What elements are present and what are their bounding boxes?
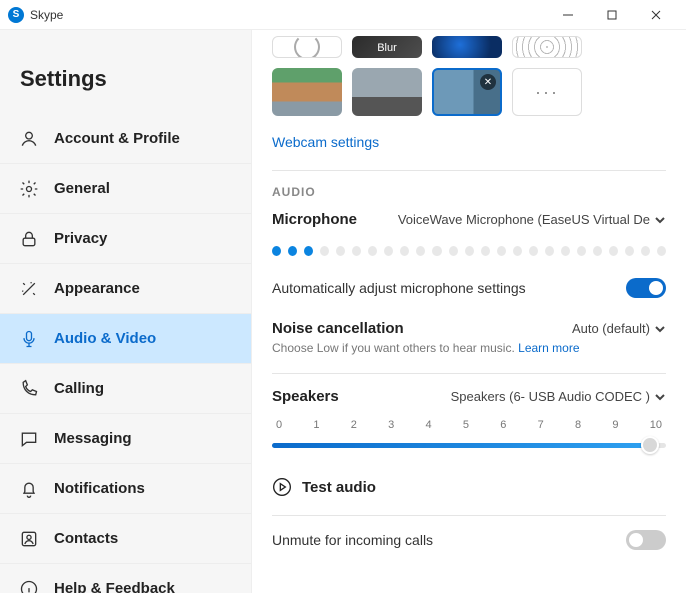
wand-icon [18, 278, 40, 300]
sidebar: Settings Account & Profile General Priva… [0, 30, 252, 593]
bg-option-city[interactable] [352, 68, 422, 116]
window-minimize-button[interactable] [546, 0, 590, 30]
lock-icon [18, 228, 40, 250]
chevron-down-icon [654, 323, 666, 335]
bg-option-none[interactable] [272, 36, 342, 58]
noise-hint: Choose Low if you want others to hear mu… [272, 341, 666, 355]
bg-option-selected[interactable]: ✕ [432, 68, 502, 116]
learn-more-link[interactable]: Learn more [518, 341, 579, 355]
bg-option-bing[interactable] [432, 36, 502, 58]
bg-option-more[interactable]: ··· [512, 68, 582, 116]
info-icon [18, 578, 40, 593]
test-audio-button[interactable]: Test audio [272, 477, 666, 497]
background-thumbs-row-2: ✕ ··· [272, 68, 666, 116]
bg-option-room[interactable] [272, 68, 342, 116]
play-icon [272, 477, 292, 497]
sidebar-item-general[interactable]: General [0, 164, 251, 214]
contacts-icon [18, 528, 40, 550]
sidebar-item-label: General [54, 180, 110, 197]
sidebar-item-contacts[interactable]: Contacts [0, 514, 251, 564]
sidebar-item-privacy[interactable]: Privacy [0, 214, 251, 264]
sidebar-item-appearance[interactable]: Appearance [0, 264, 251, 314]
microphone-device-dropdown[interactable]: VoiceWave Microphone (EaseUS Virtual De [398, 212, 666, 227]
chevron-down-icon [654, 391, 666, 403]
gear-icon [18, 178, 40, 200]
sidebar-item-help[interactable]: Help & Feedback [0, 564, 251, 593]
sidebar-item-label: Account & Profile [54, 130, 180, 147]
remove-bg-icon[interactable]: ✕ [480, 74, 496, 90]
speakers-device-value: Speakers (6- USB Audio CODEC ) [451, 389, 650, 404]
titlebar: S Skype [0, 0, 686, 30]
unmute-toggle[interactable] [626, 530, 666, 550]
content-pane: Blur ✕ ··· Webcam settings AUDIO Microph… [252, 30, 686, 593]
sidebar-item-label: Privacy [54, 230, 107, 247]
window-close-button[interactable] [634, 0, 678, 30]
noise-cancellation-label: Noise cancellation [272, 320, 404, 337]
speakers-device-dropdown[interactable]: Speakers (6- USB Audio CODEC ) [451, 389, 666, 404]
sidebar-item-label: Appearance [54, 280, 140, 297]
microphone-device-value: VoiceWave Microphone (EaseUS Virtual De [398, 212, 650, 227]
noise-cancellation-value: Auto (default) [572, 321, 650, 336]
divider [272, 170, 666, 171]
app-name: Skype [30, 8, 63, 22]
sidebar-item-label: Contacts [54, 530, 118, 547]
speaker-volume-slider[interactable] [272, 435, 666, 455]
sidebar-item-audio-video[interactable]: Audio & Video [0, 314, 251, 364]
background-thumbs-row-1: Blur [272, 36, 666, 58]
auto-adjust-label: Automatically adjust microphone settings [272, 280, 526, 296]
bg-option-abstract[interactable] [512, 36, 582, 58]
slider-knob[interactable] [641, 436, 659, 454]
sidebar-item-label: Help & Feedback [54, 580, 175, 593]
sidebar-item-label: Notifications [54, 480, 145, 497]
sidebar-item-notifications[interactable]: Notifications [0, 464, 251, 514]
sidebar-item-account[interactable]: Account & Profile [0, 114, 251, 164]
unmute-label: Unmute for incoming calls [272, 532, 433, 548]
sidebar-item-label: Calling [54, 380, 104, 397]
divider [272, 373, 666, 374]
test-audio-label: Test audio [302, 479, 376, 496]
skype-logo-icon: S [8, 7, 24, 23]
phone-icon [18, 378, 40, 400]
chat-icon [18, 428, 40, 450]
sidebar-item-label: Audio & Video [54, 330, 156, 347]
settings-title: Settings [0, 30, 251, 114]
sidebar-item-messaging[interactable]: Messaging [0, 414, 251, 464]
bell-icon [18, 478, 40, 500]
bg-option-blur[interactable]: Blur [352, 36, 422, 58]
noise-cancellation-dropdown[interactable]: Auto (default) [572, 321, 666, 336]
window-maximize-button[interactable] [590, 0, 634, 30]
sidebar-item-label: Messaging [54, 430, 132, 447]
audio-section-label: AUDIO [272, 185, 666, 199]
speakers-label: Speakers [272, 388, 339, 405]
divider [272, 515, 666, 516]
webcam-settings-link[interactable]: Webcam settings [272, 134, 379, 150]
microphone-icon [18, 328, 40, 350]
microphone-label: Microphone [272, 211, 357, 228]
person-icon [18, 128, 40, 150]
chevron-down-icon [654, 214, 666, 226]
auto-adjust-toggle[interactable] [626, 278, 666, 298]
speaker-slider-ticks: 012345678910 [272, 419, 666, 431]
microphone-level-meter [272, 246, 666, 256]
sidebar-item-calling[interactable]: Calling [0, 364, 251, 414]
